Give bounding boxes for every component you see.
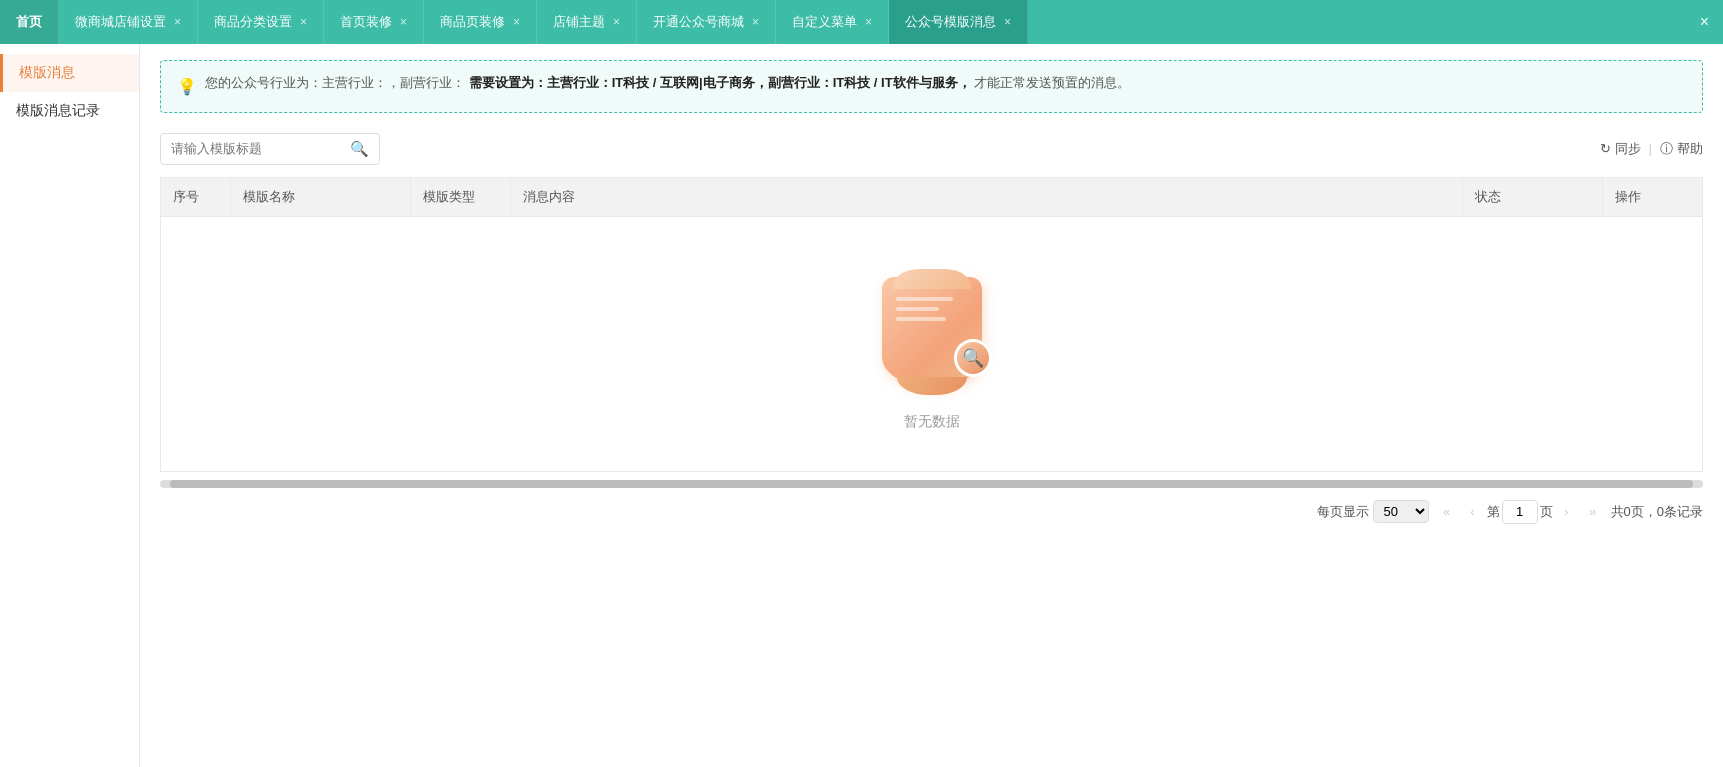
page-size-dropdown[interactable]: 10 20 50 100 <box>1373 500 1429 523</box>
homepage-label: 首页装修 <box>340 13 392 31</box>
category-label: 商品分类设置 <box>214 13 292 31</box>
sync-icon: ↻ <box>1600 141 1611 156</box>
close-homepage-icon[interactable]: × <box>400 15 407 29</box>
menu-label: 自定义菜单 <box>792 13 857 31</box>
page-input <box>1502 500 1538 524</box>
last-page-button[interactable]: » <box>1581 500 1605 524</box>
close-all-icon: × <box>1700 13 1709 31</box>
sync-button[interactable]: ↻ 同步 <box>1600 140 1641 158</box>
empty-text: 暂无数据 <box>904 413 960 431</box>
toolbar-divider: | <box>1649 141 1652 156</box>
sidebar-item-template-msg-label: 模版消息 <box>19 64 75 80</box>
search-icon[interactable]: 🔍 <box>350 140 369 158</box>
toolbar-right: ↻ 同步 | ⓘ 帮助 <box>1600 140 1703 158</box>
help-button[interactable]: ⓘ 帮助 <box>1660 140 1703 158</box>
close-category-icon[interactable]: × <box>300 15 307 29</box>
mall-label: 开通公众号商城 <box>653 13 744 31</box>
page-nav: « ‹ 第 页 › » <box>1435 500 1605 524</box>
top-nav: 首页 微商城店铺设置 × 商品分类设置 × 首页装修 × 商品页装修 × 店铺主… <box>0 0 1723 44</box>
prev-page-button[interactable]: ‹ <box>1461 500 1485 524</box>
bulb-icon: 💡 <box>177 74 197 100</box>
nav-tab-home[interactable]: 首页 <box>0 0 59 44</box>
col-header-seq: 序号 <box>161 177 231 216</box>
main-layout: 模版消息 模版消息记录 💡 您的公众号行业为：主营行业：，副营行业： 需要设置为… <box>0 44 1723 767</box>
nav-tab-product[interactable]: 商品页装修 × <box>424 0 537 44</box>
scroll-lines <box>896 297 968 327</box>
col-header-status: 状态 <box>1463 177 1603 216</box>
page-label: 第 <box>1487 503 1500 521</box>
nav-tab-template[interactable]: 公众号模版消息 × <box>889 0 1028 44</box>
info-highlight: 需要设置为：主营行业：IT科技 / 互联网|电子商务，副营行业：IT科技 / I… <box>469 75 971 90</box>
data-table: 序号 模版名称 模版类型 消息内容 状态 操作 <box>160 177 1703 472</box>
nav-tab-category[interactable]: 商品分类设置 × <box>198 0 324 44</box>
scroll-line-3 <box>896 317 946 321</box>
next-page-button[interactable]: › <box>1555 500 1579 524</box>
search-input[interactable] <box>171 141 350 156</box>
help-label: 帮助 <box>1677 140 1703 158</box>
info-banner-text: 您的公众号行业为：主营行业：，副营行业： 需要设置为：主营行业：IT科技 / 互… <box>205 73 1130 94</box>
content-area: 💡 您的公众号行业为：主营行业：，副营行业： 需要设置为：主营行业：IT科技 /… <box>140 44 1723 767</box>
sidebar-item-template-record-label: 模版消息记录 <box>16 102 100 118</box>
col-header-name: 模版名称 <box>231 177 411 216</box>
total-info: 共0页，0条记录 <box>1611 503 1703 521</box>
nav-tab-theme[interactable]: 店铺主题 × <box>537 0 637 44</box>
table-body: 🔍 暂无数据 <box>161 216 1703 471</box>
info-prefix: 您的公众号行业为：主营行业：，副营行业： <box>205 75 465 90</box>
close-mall-icon[interactable]: × <box>752 15 759 29</box>
close-all-button[interactable]: × <box>1686 0 1723 44</box>
scrollbar-thumb[interactable] <box>170 480 1693 488</box>
table-scrollbar[interactable] <box>160 480 1703 488</box>
weshop-label: 微商城店铺设置 <box>75 13 166 31</box>
close-product-icon[interactable]: × <box>513 15 520 29</box>
info-suffix: 才能正常发送预置的消息。 <box>974 75 1130 90</box>
template-label: 公众号模版消息 <box>905 13 996 31</box>
close-menu-icon[interactable]: × <box>865 15 872 29</box>
help-icon: ⓘ <box>1660 140 1673 158</box>
pagination: 每页显示 10 20 50 100 « ‹ 第 页 › » 共0页，0条记录 <box>160 500 1703 524</box>
magnify-icon: 🔍 <box>962 347 984 369</box>
sidebar-item-template-record[interactable]: 模版消息记录 <box>0 92 139 130</box>
sidebar: 模版消息 模版消息记录 <box>0 44 140 767</box>
col-header-content: 消息内容 <box>511 177 1463 216</box>
first-page-button[interactable]: « <box>1435 500 1459 524</box>
table-header: 序号 模版名称 模版类型 消息内容 状态 操作 <box>161 177 1703 216</box>
search-box[interactable]: 🔍 <box>160 133 380 165</box>
scroll-line-2 <box>896 307 939 311</box>
close-theme-icon[interactable]: × <box>613 15 620 29</box>
search-circle-icon: 🔍 <box>954 339 992 377</box>
close-weshop-icon[interactable]: × <box>174 15 181 29</box>
scroll-line-1 <box>896 297 954 301</box>
empty-state: 🔍 暂无数据 <box>161 217 1702 471</box>
sync-label: 同步 <box>1615 140 1641 158</box>
close-template-icon[interactable]: × <box>1004 15 1011 29</box>
sidebar-item-template-msg[interactable]: 模版消息 <box>0 54 139 92</box>
nav-tab-mall[interactable]: 开通公众号商城 × <box>637 0 776 44</box>
page-unit: 页 <box>1540 503 1553 521</box>
col-header-type: 模版类型 <box>411 177 511 216</box>
theme-label: 店铺主题 <box>553 13 605 31</box>
scroll-document-icon: 🔍 <box>882 277 982 387</box>
nav-tab-homepage[interactable]: 首页装修 × <box>324 0 424 44</box>
col-header-action: 操作 <box>1603 177 1703 216</box>
page-size-select: 每页显示 10 20 50 100 <box>1317 500 1429 523</box>
info-banner: 💡 您的公众号行业为：主营行业：，副营行业： 需要设置为：主营行业：IT科技 /… <box>160 60 1703 113</box>
home-label: 首页 <box>16 13 42 31</box>
nav-tab-menu[interactable]: 自定义菜单 × <box>776 0 889 44</box>
product-label: 商品页装修 <box>440 13 505 31</box>
page-size-label: 每页显示 <box>1317 503 1369 521</box>
page-number-input[interactable] <box>1502 500 1538 524</box>
empty-icon: 🔍 <box>872 277 992 397</box>
nav-tab-weshop[interactable]: 微商城店铺设置 × <box>59 0 198 44</box>
search-row: 🔍 ↻ 同步 | ⓘ 帮助 <box>160 133 1703 165</box>
